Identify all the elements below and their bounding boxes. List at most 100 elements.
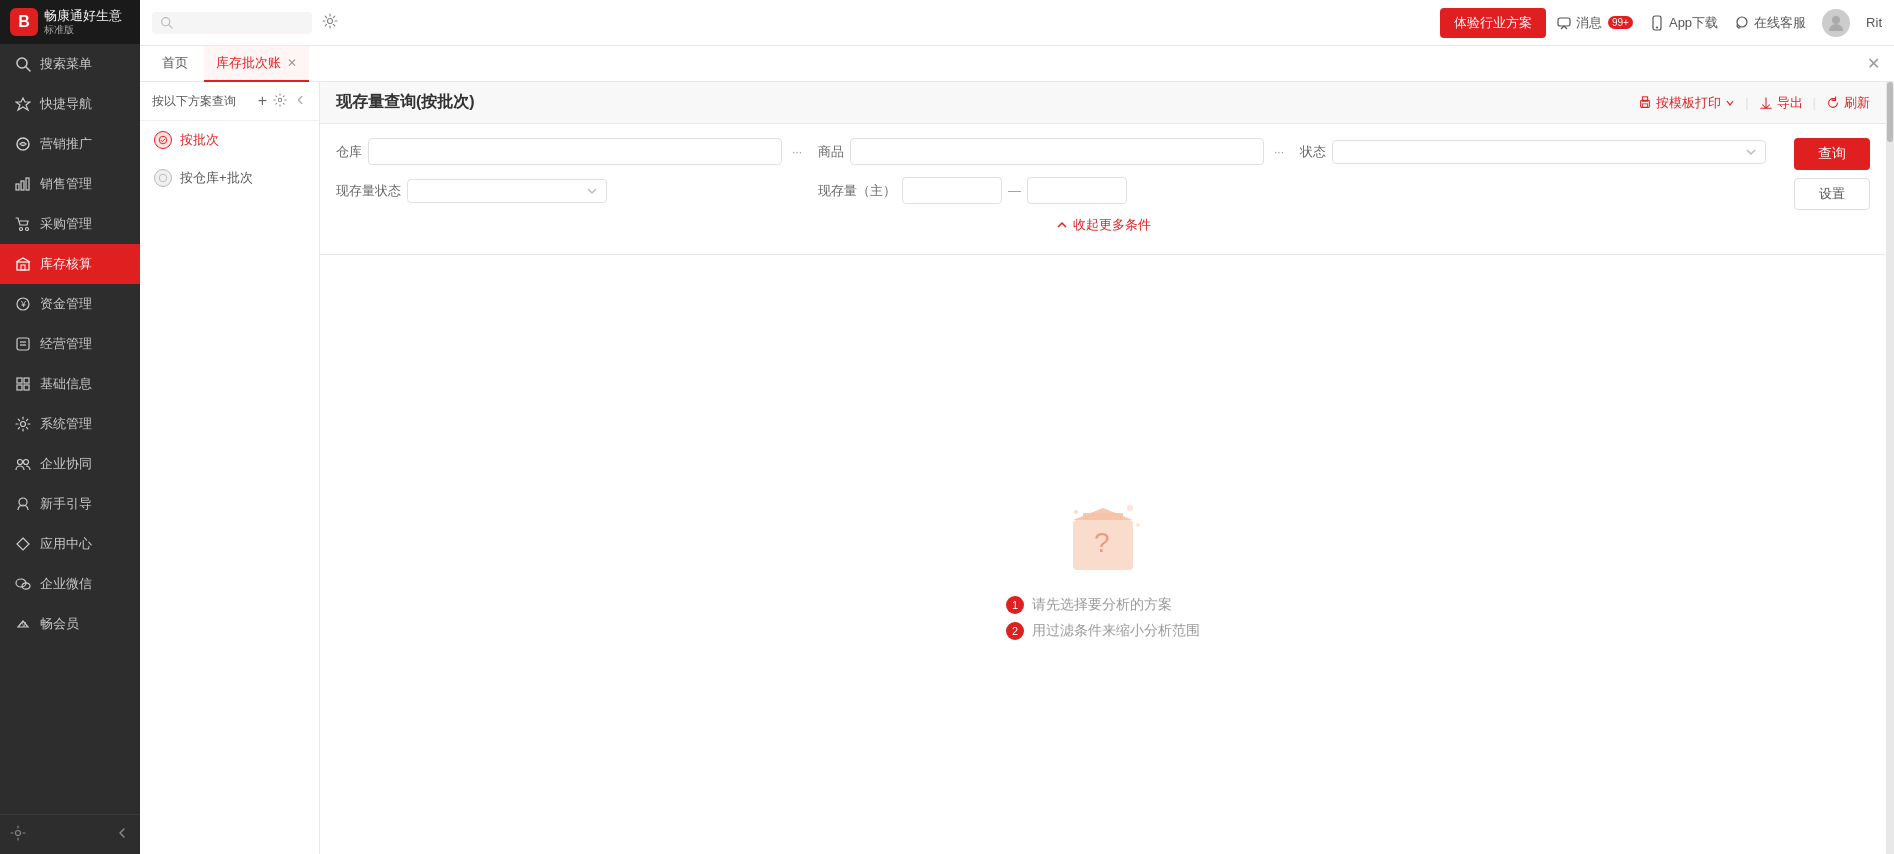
vip-icon: V <box>14 615 32 633</box>
svg-point-22 <box>24 460 29 465</box>
online-service-btn[interactable]: 在线客服 <box>1734 14 1806 32</box>
topbar: 体验行业方案 消息 99+ App下载 在线客服 Rit <box>140 0 1894 46</box>
query-button[interactable]: 查询 <box>1794 138 1870 170</box>
sidebar-collapse-btn[interactable] <box>114 825 130 844</box>
sidebar-label-enterprise: 企业协同 <box>40 455 92 473</box>
newbie-icon <box>14 495 32 513</box>
tab-close-icon[interactable]: ✕ <box>287 57 297 69</box>
filter-row-2: 现存量状态 现存量（主） — <box>336 177 1766 204</box>
sidebar-label-quicknav: 快捷导航 <box>40 95 92 113</box>
refresh-btn[interactable]: 刷新 <box>1826 94 1870 112</box>
panel-close-icon[interactable]: ✕ <box>1863 54 1884 73</box>
svg-rect-45 <box>1083 513 1123 520</box>
filter-actions: 查询 设置 <box>1794 138 1870 210</box>
online-service-label: 在线客服 <box>1754 14 1806 32</box>
main-area: 体验行业方案 消息 99+ App下载 在线客服 Rit 首页 <box>140 0 1894 854</box>
svg-line-1 <box>26 67 30 71</box>
sidebar-item-system[interactable]: 系统管理 <box>0 404 140 444</box>
topbar-search-box[interactable] <box>152 12 312 34</box>
sidebar-item-basic[interactable]: 基础信息 <box>0 364 140 404</box>
svg-point-20 <box>21 422 26 427</box>
tab-home-label: 首页 <box>162 54 188 72</box>
scheme-panel: 按以下方案查询 + 按批次 <box>140 82 320 854</box>
topbar-settings-icon[interactable] <box>322 13 338 32</box>
finance-icon: ¥ <box>14 295 32 313</box>
product-input[interactable] <box>850 138 1264 165</box>
sidebar-label-vip: 畅会员 <box>40 615 79 633</box>
sidebar-item-enterprise[interactable]: 企业协同 <box>0 444 140 484</box>
sidebar-item-newbie[interactable]: 新手引导 <box>0 484 140 524</box>
svg-line-31 <box>169 25 172 28</box>
warehouse-more-btn[interactable]: ··· <box>792 145 802 159</box>
sidebar-item-marketing[interactable]: 营销推广 <box>0 124 140 164</box>
tab-inventory-batch[interactable]: 库存批次账 ✕ <box>204 46 309 82</box>
user-avatar[interactable] <box>1822 9 1850 37</box>
svg-point-8 <box>26 228 29 231</box>
sidebar-item-search[interactable]: 搜索菜单 <box>0 44 140 84</box>
scheme-item-batch[interactable]: 按批次 <box>140 121 319 159</box>
sidebar-label-finance: 资金管理 <box>40 295 92 313</box>
tab-home[interactable]: 首页 <box>150 46 200 82</box>
status-select[interactable] <box>1332 140 1766 164</box>
sidebar-footer <box>0 814 140 854</box>
scheme-header-actions: + <box>258 92 307 110</box>
phone-icon <box>1649 15 1665 31</box>
svg-point-29 <box>16 831 21 836</box>
settings-button[interactable]: 设置 <box>1794 178 1870 210</box>
inv-qty-from[interactable] <box>902 177 1002 204</box>
filter-group-status: 状态 <box>1300 140 1766 164</box>
messages-btn[interactable]: 消息 99+ <box>1556 14 1633 32</box>
sidebar-item-vip[interactable]: V 畅会员 <box>0 604 140 644</box>
inv-qty-to[interactable] <box>1027 177 1127 204</box>
messages-label: 消息 <box>1576 14 1602 32</box>
svg-point-21 <box>18 460 23 465</box>
scheme-warehouse-batch-label: 按仓库+批次 <box>180 169 253 187</box>
right-scrollbar[interactable] <box>1886 82 1894 854</box>
sidebar-item-weixin[interactable]: 企业微信 <box>0 564 140 604</box>
sidebar-settings-btn[interactable] <box>10 825 26 844</box>
page-title: 现存量查询(按批次) <box>336 92 475 113</box>
export-btn[interactable]: 导出 <box>1759 94 1803 112</box>
sidebar-item-inventory[interactable]: 库存核算 <box>0 244 140 284</box>
svg-rect-18 <box>17 385 22 390</box>
warehouse-input[interactable] <box>368 138 782 165</box>
sidebar-item-sales[interactable]: 销售管理 <box>0 164 140 204</box>
svg-text:¥: ¥ <box>20 299 27 309</box>
sidebar-item-finance[interactable]: ¥ 资金管理 <box>0 284 140 324</box>
svg-point-32 <box>328 19 333 24</box>
filter-group-warehouse: 仓库 ··· <box>336 138 802 165</box>
sidebar: B 畅康通好生意 标准版 搜索菜单 快捷导航 营销推广 <box>0 0 140 854</box>
scheme-panel-title: 按以下方案查询 <box>152 93 236 110</box>
system-icon <box>14 415 32 433</box>
scheme-collapse-btn[interactable] <box>293 93 307 110</box>
scheme-add-btn[interactable]: + <box>258 92 267 110</box>
page-title-actions: 按模板打印 | 导出 | 刷新 <box>1638 94 1870 112</box>
svg-marker-24 <box>17 538 29 550</box>
empty-tips: 1 请先选择要分析的方案 2 用过滤条件来缩小分析范围 <box>1006 596 1200 640</box>
svg-rect-17 <box>24 378 29 383</box>
scheme-item-warehouse-batch[interactable]: 按仓库+批次 <box>140 159 319 197</box>
svg-point-47 <box>1074 510 1078 514</box>
scrollbar-thumb[interactable] <box>1887 82 1893 142</box>
sidebar-item-quicknav[interactable]: 快捷导航 <box>0 84 140 124</box>
sidebar-label-apps: 应用中心 <box>40 535 92 553</box>
sidebar-item-purchase[interactable]: 采购管理 <box>0 204 140 244</box>
product-more-btn[interactable]: ··· <box>1274 145 1284 159</box>
tip-num-2: 2 <box>1006 622 1024 640</box>
tip-text-2: 用过滤条件来缩小分析范围 <box>1032 622 1200 640</box>
app-download-btn[interactable]: App下载 <box>1649 14 1718 32</box>
sidebar-item-management[interactable]: 经营管理 <box>0 324 140 364</box>
inv-status-label: 现存量状态 <box>336 182 401 200</box>
collapse-btn[interactable]: 收起更多条件 <box>336 210 1870 240</box>
inv-status-select[interactable] <box>407 179 607 203</box>
print-btn[interactable]: 按模板打印 <box>1638 94 1735 112</box>
refresh-label: 刷新 <box>1844 94 1870 112</box>
trial-button[interactable]: 体验行业方案 <box>1440 8 1546 38</box>
scheme-setting-btn[interactable] <box>273 93 287 110</box>
sidebar-item-apps[interactable]: 应用中心 <box>0 524 140 564</box>
svg-point-49 <box>1136 523 1140 527</box>
svg-point-48 <box>1127 505 1133 511</box>
empty-area: ? 1 请先选择要分析的方案 2 用过滤条件来缩小分析范围 <box>320 255 1886 854</box>
topbar-search-input[interactable] <box>177 16 277 30</box>
svg-text:?: ? <box>1094 527 1110 558</box>
